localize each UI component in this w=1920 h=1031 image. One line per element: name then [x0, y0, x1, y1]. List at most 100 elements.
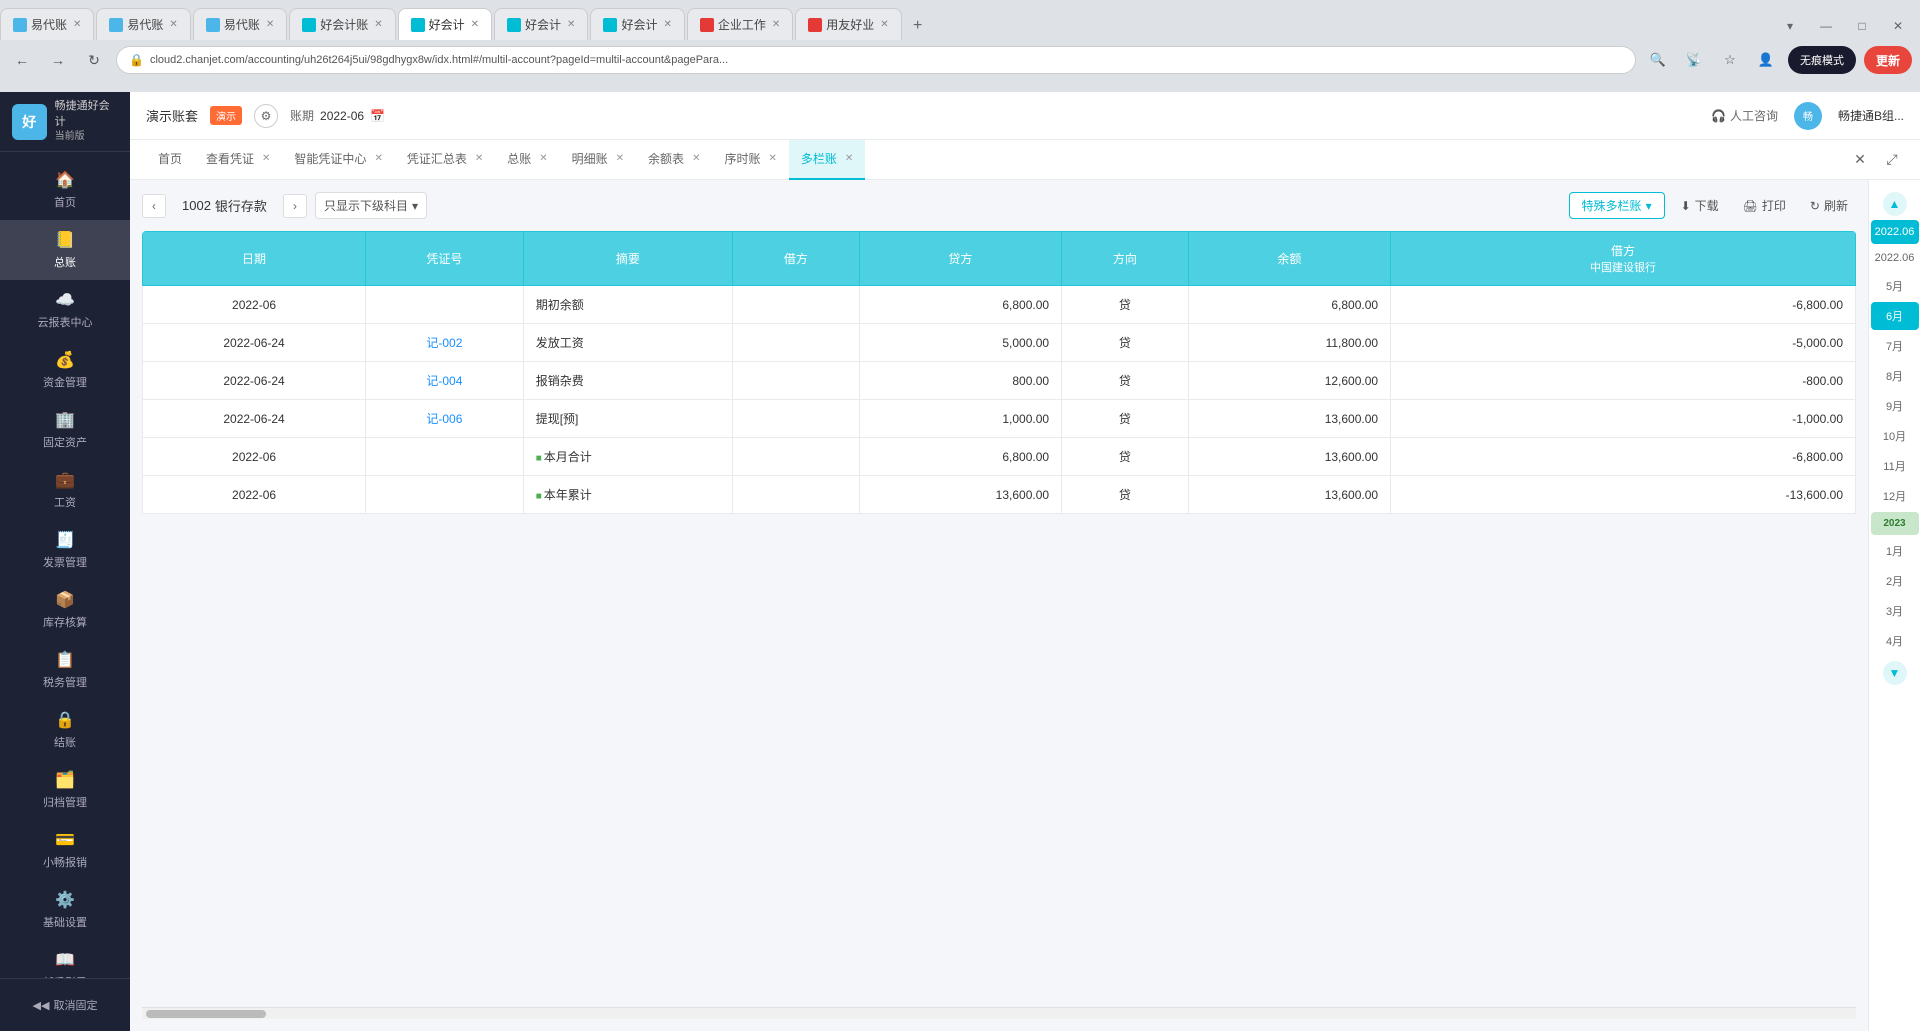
filter-dropdown[interactable]: 只显示下级科目 ▾	[315, 192, 427, 219]
tab-close-btn[interactable]: ✕	[471, 19, 479, 30]
tab-close-btn[interactable]: ✕	[567, 19, 575, 30]
browser-tab-4[interactable]: 好会计账 ✕	[289, 8, 395, 40]
date-nav-item[interactable]: 2月	[1871, 567, 1919, 595]
close-window-btn[interactable]: ✕	[1884, 12, 1912, 40]
page-tab-close-sequence-account[interactable]: ✕	[768, 153, 776, 164]
browser-tab-6[interactable]: 好会计 ✕	[494, 8, 588, 40]
sidebar-item-salary[interactable]: 💼 工资	[0, 460, 130, 520]
search-icon[interactable]: 🔍	[1644, 46, 1672, 74]
page-tab-close-voucher-view[interactable]: ✕	[262, 153, 270, 164]
download-btn[interactable]: ⬇ 下载	[1673, 193, 1727, 218]
star-icon[interactable]: ☆	[1716, 46, 1744, 74]
page-tab-close-balance-table[interactable]: ✕	[692, 153, 700, 164]
browser-tab-2[interactable]: 易代账 ✕	[96, 8, 190, 40]
date-nav-item[interactable]: 4月	[1871, 627, 1919, 655]
url-bar[interactable]: 🔒 cloud2.chanjet.com/accounting/uh26t264…	[116, 46, 1636, 74]
page-tab-voucher-summary[interactable]: 凭证汇总表✕	[395, 140, 495, 180]
sidebar-item-invoice[interactable]: 🧾 发票管理	[0, 520, 130, 580]
tab-close-btn[interactable]: ✕	[772, 19, 780, 30]
page-tab-voucher-view[interactable]: 查看凭证✕	[194, 140, 282, 180]
sidebar-item-close[interactable]: 🔒 结账	[0, 700, 130, 760]
print-btn[interactable]: 🖨 打印	[1735, 193, 1794, 218]
reload-btn[interactable]: ↻	[80, 46, 108, 74]
browser-tab-5[interactable]: 好会计 ✕	[398, 8, 492, 40]
refresh-btn[interactable]: ↻ 刷新	[1802, 193, 1856, 218]
date-nav-item[interactable]: 1月	[1871, 537, 1919, 565]
voucher-link[interactable]: 记-002	[366, 324, 524, 362]
date-nav-item[interactable]: 6月	[1871, 302, 1919, 330]
tab-close-btn[interactable]: ✕	[73, 19, 81, 30]
date-nav-item[interactable]: 11月	[1871, 452, 1919, 480]
browser-tab-9[interactable]: 用友好业 ✕	[795, 8, 901, 40]
maximize-btn[interactable]: □	[1848, 12, 1876, 40]
calendar-icon[interactable]: 📅	[370, 109, 385, 123]
settings-icon[interactable]: ⚙	[254, 104, 278, 128]
page-tab-close-smart-center[interactable]: ✕	[374, 153, 382, 164]
page-tab-general-ledger[interactable]: 总账✕	[495, 140, 559, 180]
page-tab-home[interactable]: 首页	[146, 140, 194, 180]
sidebar-item-home[interactable]: 🏠 首页	[0, 160, 130, 220]
page-tab-smart-center[interactable]: 智能凭证中心✕	[282, 140, 394, 180]
date-nav-item[interactable]: 2022.06	[1871, 246, 1919, 270]
update-btn[interactable]: 更新	[1864, 46, 1912, 74]
next-account-btn[interactable]: ›	[283, 194, 307, 218]
expand-panel-icon[interactable]: ⤢	[1880, 148, 1904, 172]
tab-close-btn[interactable]: ✕	[663, 19, 671, 30]
browser-tab-8[interactable]: 企业工作 ✕	[687, 8, 793, 40]
close-panel-icon[interactable]: ✕	[1848, 148, 1872, 172]
sidebar-item-inventory[interactable]: 📦 库存核算	[0, 580, 130, 640]
sidebar-item-guide[interactable]: 📖 新手引导	[0, 940, 130, 978]
back-btn[interactable]: ←	[8, 46, 36, 74]
tab-favicon	[411, 18, 425, 32]
voucher-link[interactable]: 记-006	[366, 400, 524, 438]
page-tab-sequence-account[interactable]: 序时账✕	[712, 140, 788, 180]
date-nav-item[interactable]: 2023	[1871, 512, 1919, 535]
profile-icon[interactable]: 👤	[1752, 46, 1780, 74]
sidebar-item-cloud-report[interactable]: ☁️ 云报表中心	[0, 280, 130, 340]
sidebar-item-archive[interactable]: 🗂️ 归档管理	[0, 760, 130, 820]
date-nav-item[interactable]: 5月	[1871, 272, 1919, 300]
scroll-thumb[interactable]	[146, 1010, 266, 1018]
sidebar-item-settings[interactable]: ⚙️ 基础设置	[0, 880, 130, 940]
scroll-down-btn[interactable]: ▼	[1883, 661, 1907, 685]
date-nav-item[interactable]: 9月	[1871, 392, 1919, 420]
sidebar-item-general-ledger[interactable]: 📒 总账	[0, 220, 130, 280]
service-btn[interactable]: 🎧 人工咨询	[1711, 107, 1778, 124]
date-nav-item[interactable]: 10月	[1871, 422, 1919, 450]
cast-icon[interactable]: 📡	[1680, 46, 1708, 74]
tab-close-btn[interactable]: ✕	[169, 19, 177, 30]
voucher-link[interactable]: 记-004	[366, 362, 524, 400]
new-tab-btn[interactable]: +	[904, 12, 932, 40]
date-nav-item[interactable]: 2022.06	[1871, 220, 1919, 244]
date-nav-item[interactable]: 7月	[1871, 332, 1919, 360]
date-nav-item[interactable]: 8月	[1871, 362, 1919, 390]
page-tab-detail-ledger[interactable]: 明细账✕	[560, 140, 636, 180]
page-tab-close-general-ledger[interactable]: ✕	[539, 153, 547, 164]
tab-list-btn[interactable]: ▾	[1776, 12, 1804, 40]
special-multicolumn-btn[interactable]: 特殊多栏账 ▾	[1569, 192, 1665, 219]
minimize-btn[interactable]: —	[1812, 12, 1840, 40]
prev-account-btn[interactable]: ‹	[142, 194, 166, 218]
page-tab-close-detail-ledger[interactable]: ✕	[616, 153, 624, 164]
date-nav-item[interactable]: 12月	[1871, 482, 1919, 510]
tab-close-btn[interactable]: ✕	[266, 19, 274, 30]
browser-tab-7[interactable]: 好会计 ✕	[590, 8, 684, 40]
scroll-up-btn[interactable]: ▲	[1883, 192, 1907, 216]
tab-close-btn[interactable]: ✕	[880, 19, 888, 30]
browser-tab-3[interactable]: 易代账 ✕	[193, 8, 287, 40]
sidebar-item-fund[interactable]: 💰 资金管理	[0, 340, 130, 400]
date-nav-item[interactable]: 3月	[1871, 597, 1919, 625]
sidebar-item-expense[interactable]: 💳 小畅报销	[0, 820, 130, 880]
unpin-btn[interactable]: ◀◀ 取消固定	[0, 989, 130, 1021]
sidebar-item-fixed-assets[interactable]: 🏢 固定资产	[0, 400, 130, 460]
horizontal-scrollbar[interactable]	[142, 1007, 1856, 1019]
forward-btn[interactable]: →	[44, 46, 72, 74]
sidebar-item-tax[interactable]: 📋 税务管理	[0, 640, 130, 700]
page-tab-balance-table[interactable]: 余额表✕	[636, 140, 712, 180]
tab-close-btn[interactable]: ✕	[374, 19, 382, 30]
browser-tab-1[interactable]: 易代账 ✕	[0, 8, 94, 40]
page-tab-multi-column[interactable]: 多栏账✕	[789, 140, 865, 180]
incognito-btn[interactable]: 无痕模式	[1788, 46, 1856, 74]
page-tab-close-voucher-summary[interactable]: ✕	[475, 153, 483, 164]
page-tab-close-multi-column[interactable]: ✕	[845, 153, 853, 164]
